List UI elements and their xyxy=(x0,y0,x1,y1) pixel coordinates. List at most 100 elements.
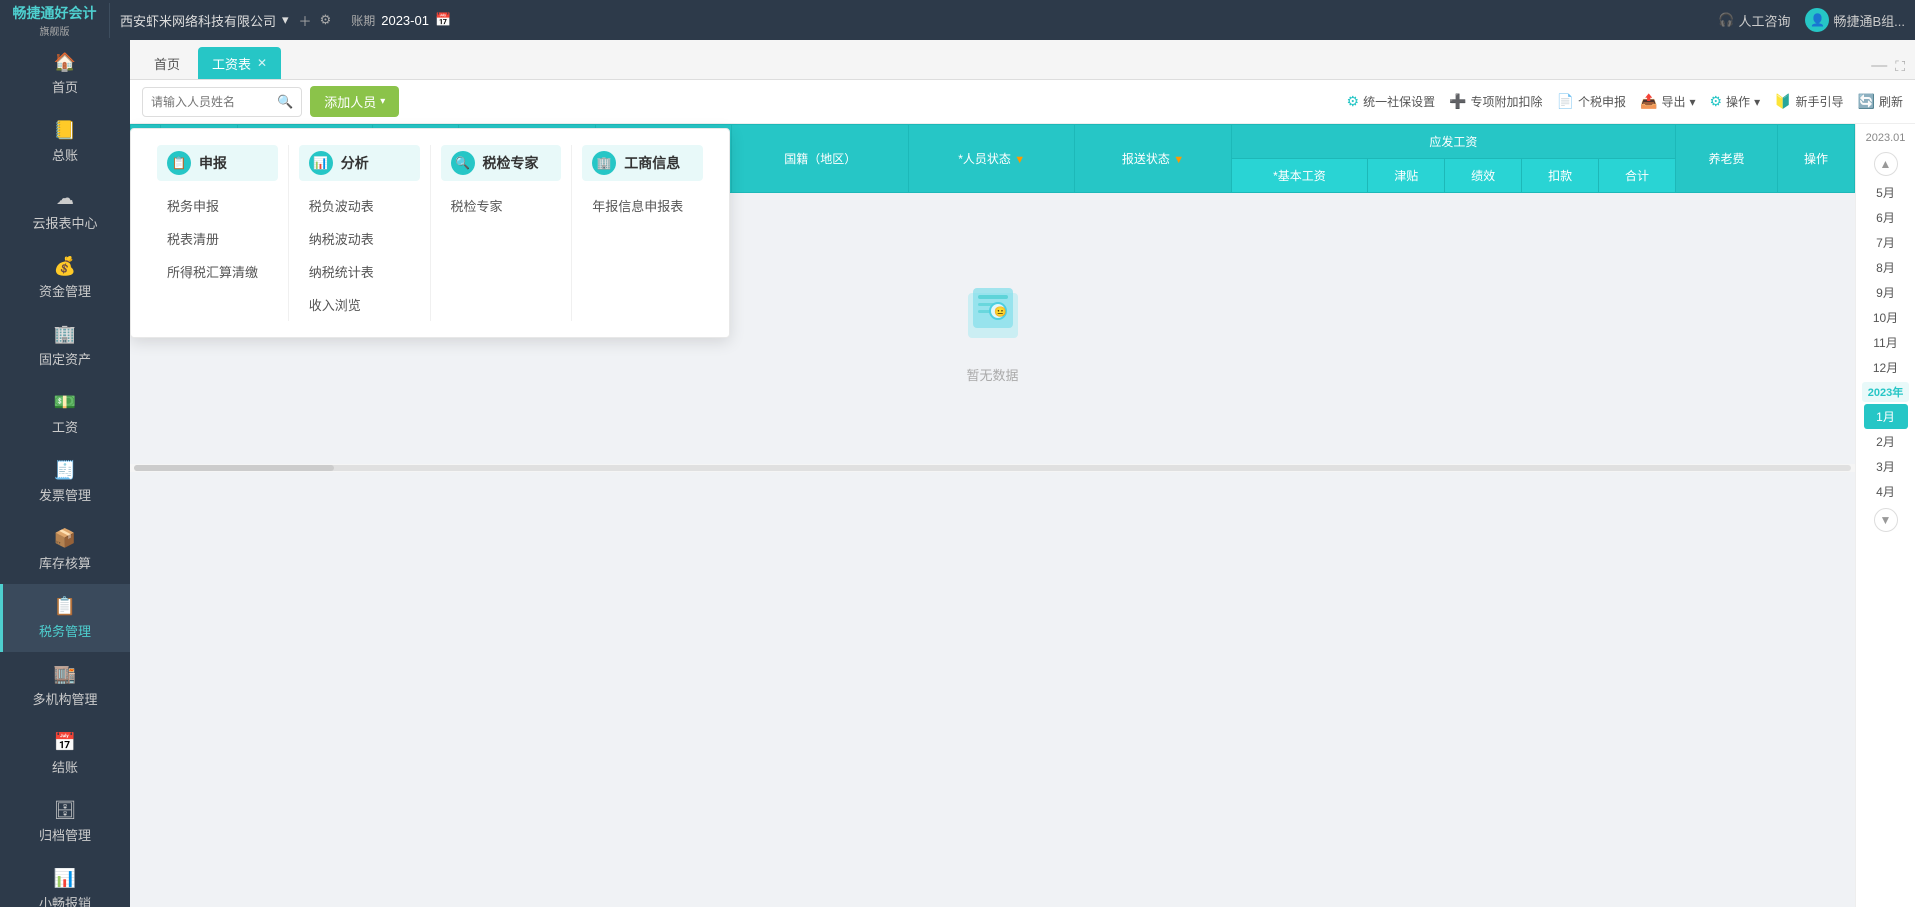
timeline-month-9[interactable]: 9月 xyxy=(1864,280,1908,305)
sidebar-item-archive[interactable]: 🗄 归档管理 xyxy=(0,788,130,856)
chevron-down-icon: ▾ xyxy=(282,12,289,28)
analysis-section-title: 📊 分析 xyxy=(299,145,420,181)
th-performance: 绩效 xyxy=(1445,159,1522,193)
fullscreen-icon[interactable]: ⛶ xyxy=(1895,58,1905,75)
scroll-bar[interactable] xyxy=(130,464,1855,472)
expert-section-title: 🔍 税检专家 xyxy=(441,145,562,181)
sidebar-item-multi[interactable]: 🏬 多机构管理 xyxy=(0,652,130,720)
guide-label: 新手引导 xyxy=(1796,93,1844,110)
period-selector: 账期 2023-01 📅 xyxy=(351,12,451,29)
timeline-down-btn[interactable]: ▼ xyxy=(1874,508,1898,532)
timeline-month-2[interactable]: 2月 xyxy=(1864,429,1908,454)
company-name: 西安虾米网络科技有限公司 xyxy=(120,11,276,30)
tax-payment-item[interactable]: 纳税波动表 xyxy=(299,222,420,255)
sidebar-item-inventory[interactable]: 📦 库存核算 xyxy=(0,516,130,584)
timeline-month-4[interactable]: 4月 xyxy=(1864,479,1908,504)
search-box: 🔍 xyxy=(142,87,302,117)
special-deduction-btn[interactable]: ➕ 专项附加扣除 xyxy=(1449,93,1542,110)
social-settings-btn[interactable]: ⚙ 统一社保设置 xyxy=(1347,93,1436,110)
sidebar-item-report[interactable]: 📊 小畅报销 xyxy=(0,856,130,907)
add-company-icon[interactable]: ＋ xyxy=(299,11,312,30)
export-btn[interactable]: 📤 导出 ▾ xyxy=(1640,93,1695,110)
sidebar-label-cloud: 云报表中心 xyxy=(32,213,97,232)
dropdown-col-analysis: 📊 分析 税负波动表 纳税波动表 纳税统计表 收入浏览 xyxy=(289,145,431,321)
tax-return-btn[interactable]: 📄 个税申报 xyxy=(1557,93,1626,110)
search-input[interactable] xyxy=(151,95,271,109)
operate-btn[interactable]: ⚙ 操作 ▾ xyxy=(1709,93,1760,110)
tax-form-item[interactable]: 税表清册 xyxy=(157,222,278,255)
sidebar-item-invoice[interactable]: 🧾 发票管理 xyxy=(0,448,130,516)
timeline-month-7[interactable]: 7月 xyxy=(1864,230,1908,255)
operate-label: 操作 xyxy=(1726,93,1750,110)
tabs-bar: 首页 工资表 ✕ — ⛶ xyxy=(130,40,1915,80)
settings-icon[interactable]: ⚙ xyxy=(320,12,332,28)
sidebar-item-close[interactable]: 📅 结账 xyxy=(0,720,130,788)
income-calc-item[interactable]: 所得税汇算清缴 xyxy=(157,255,278,288)
income-browse-item[interactable]: 收入浏览 xyxy=(299,288,420,321)
tax-return-label: 个税申报 xyxy=(1578,93,1626,110)
refresh-btn[interactable]: 🔄 刷新 xyxy=(1858,93,1903,110)
inventory-icon: 📦 xyxy=(54,528,76,549)
period-label: 账期 xyxy=(351,12,375,29)
sidebar-item-fund[interactable]: 💰 资金管理 xyxy=(0,244,130,312)
th-allowance: 津贴 xyxy=(1368,159,1445,193)
timeline-panel: 2023.01 ▲ 5月 6月 7月 8月 9月 10月 11月 12月 202… xyxy=(1855,124,1915,907)
invoice-icon: 🧾 xyxy=(54,460,76,481)
export-label: 导出 xyxy=(1661,93,1685,110)
scroll-thumb[interactable] xyxy=(134,465,334,471)
tax-burden-item[interactable]: 税负波动表 xyxy=(299,189,420,222)
tax-expert-item[interactable]: 税检专家 xyxy=(441,189,562,222)
tax-declare-item[interactable]: 税务申报 xyxy=(157,189,278,222)
sidebar-item-tax[interactable]: 📋 税务管理 xyxy=(0,584,130,652)
special-icon: ➕ xyxy=(1449,93,1466,110)
sidebar-label-inventory: 库存核算 xyxy=(39,553,91,572)
support-btn[interactable]: 🎧 人工咨询 xyxy=(1718,11,1790,30)
report-filter-icon[interactable]: ▼ xyxy=(1173,154,1184,166)
close-period-icon: 📅 xyxy=(54,732,76,753)
timeline-month-3[interactable]: 3月 xyxy=(1864,454,1908,479)
salary-icon: 💵 xyxy=(54,392,76,413)
status-filter-icon[interactable]: ▼ xyxy=(1014,154,1025,166)
timeline-month-12[interactable]: 12月 xyxy=(1864,355,1908,380)
timeline-month-1-active[interactable]: 1月 xyxy=(1864,404,1908,429)
refresh-icon: 🔄 xyxy=(1858,93,1875,110)
timeline-up-btn[interactable]: ▲ xyxy=(1874,152,1898,176)
tab-close-icon[interactable]: ✕ xyxy=(257,56,267,70)
th-deduction: 扣款 xyxy=(1522,159,1599,193)
tax-stats-item[interactable]: 纳税统计表 xyxy=(299,255,420,288)
minimize-icon[interactable]: — xyxy=(1871,57,1887,75)
add-person-button[interactable]: 添加人员 ▾ xyxy=(310,86,399,117)
tab-salary-table[interactable]: 工资表 ✕ xyxy=(198,47,281,79)
sidebar-item-salary[interactable]: 💵 工资 xyxy=(0,380,130,448)
operate-arrow: ▾ xyxy=(1754,95,1760,109)
timeline-month-5[interactable]: 5月 xyxy=(1864,180,1908,205)
sidebar-item-ledger[interactable]: 📒 总账 xyxy=(0,108,130,176)
annual-report-item[interactable]: 年报信息申报表 xyxy=(582,189,703,222)
sidebar-label-multi: 多机构管理 xyxy=(32,689,97,708)
sidebar-item-asset[interactable]: 🏢 固定资产 xyxy=(0,312,130,380)
timeline-month-11[interactable]: 11月 xyxy=(1864,330,1908,355)
dropdown-col-declare: 📋 申报 税务申报 税表清册 所得税汇算清缴 xyxy=(147,145,289,321)
calendar-icon[interactable]: 📅 xyxy=(435,12,451,28)
th-operation: 操作 xyxy=(1777,125,1854,193)
timeline-month-6[interactable]: 6月 xyxy=(1864,205,1908,230)
company-selector[interactable]: 西安虾米网络科技有限公司 ▾ xyxy=(120,11,289,30)
sidebar: 🏠 首页 📒 总账 ☁ 云报表中心 💰 资金管理 🏢 固定资产 💵 工资 🧾 发… xyxy=(0,40,130,907)
declare-section-title: 📋 申报 xyxy=(157,145,278,181)
headset-icon: 🎧 xyxy=(1718,12,1734,28)
app-layout: 🏠 首页 📒 总账 ☁ 云报表中心 💰 资金管理 🏢 固定资产 💵 工资 🧾 发… xyxy=(0,40,1915,907)
timeline-month-8[interactable]: 8月 xyxy=(1864,255,1908,280)
tab-home[interactable]: 首页 xyxy=(140,47,194,79)
user-avatar[interactable]: 👤 畅捷通B组... xyxy=(1805,8,1905,32)
timeline-current-year: 2023年 xyxy=(1862,382,1909,402)
sidebar-item-cloud[interactable]: ☁ 云报表中心 xyxy=(0,176,130,244)
period-value: 2023-01 xyxy=(381,13,429,28)
guide-btn[interactable]: 🔰 新手引导 xyxy=(1774,93,1843,110)
archive-icon: 🗄 xyxy=(54,800,77,821)
scroll-track xyxy=(134,465,1851,471)
svg-text:😐: 😐 xyxy=(994,306,1006,318)
analysis-icon: 📊 xyxy=(309,151,333,175)
timeline-month-10[interactable]: 10月 xyxy=(1864,305,1908,330)
sidebar-item-home[interactable]: 🏠 首页 xyxy=(0,40,130,108)
dropdown-col-bizinfo: 🏢 工商信息 年报信息申报表 xyxy=(572,145,713,321)
